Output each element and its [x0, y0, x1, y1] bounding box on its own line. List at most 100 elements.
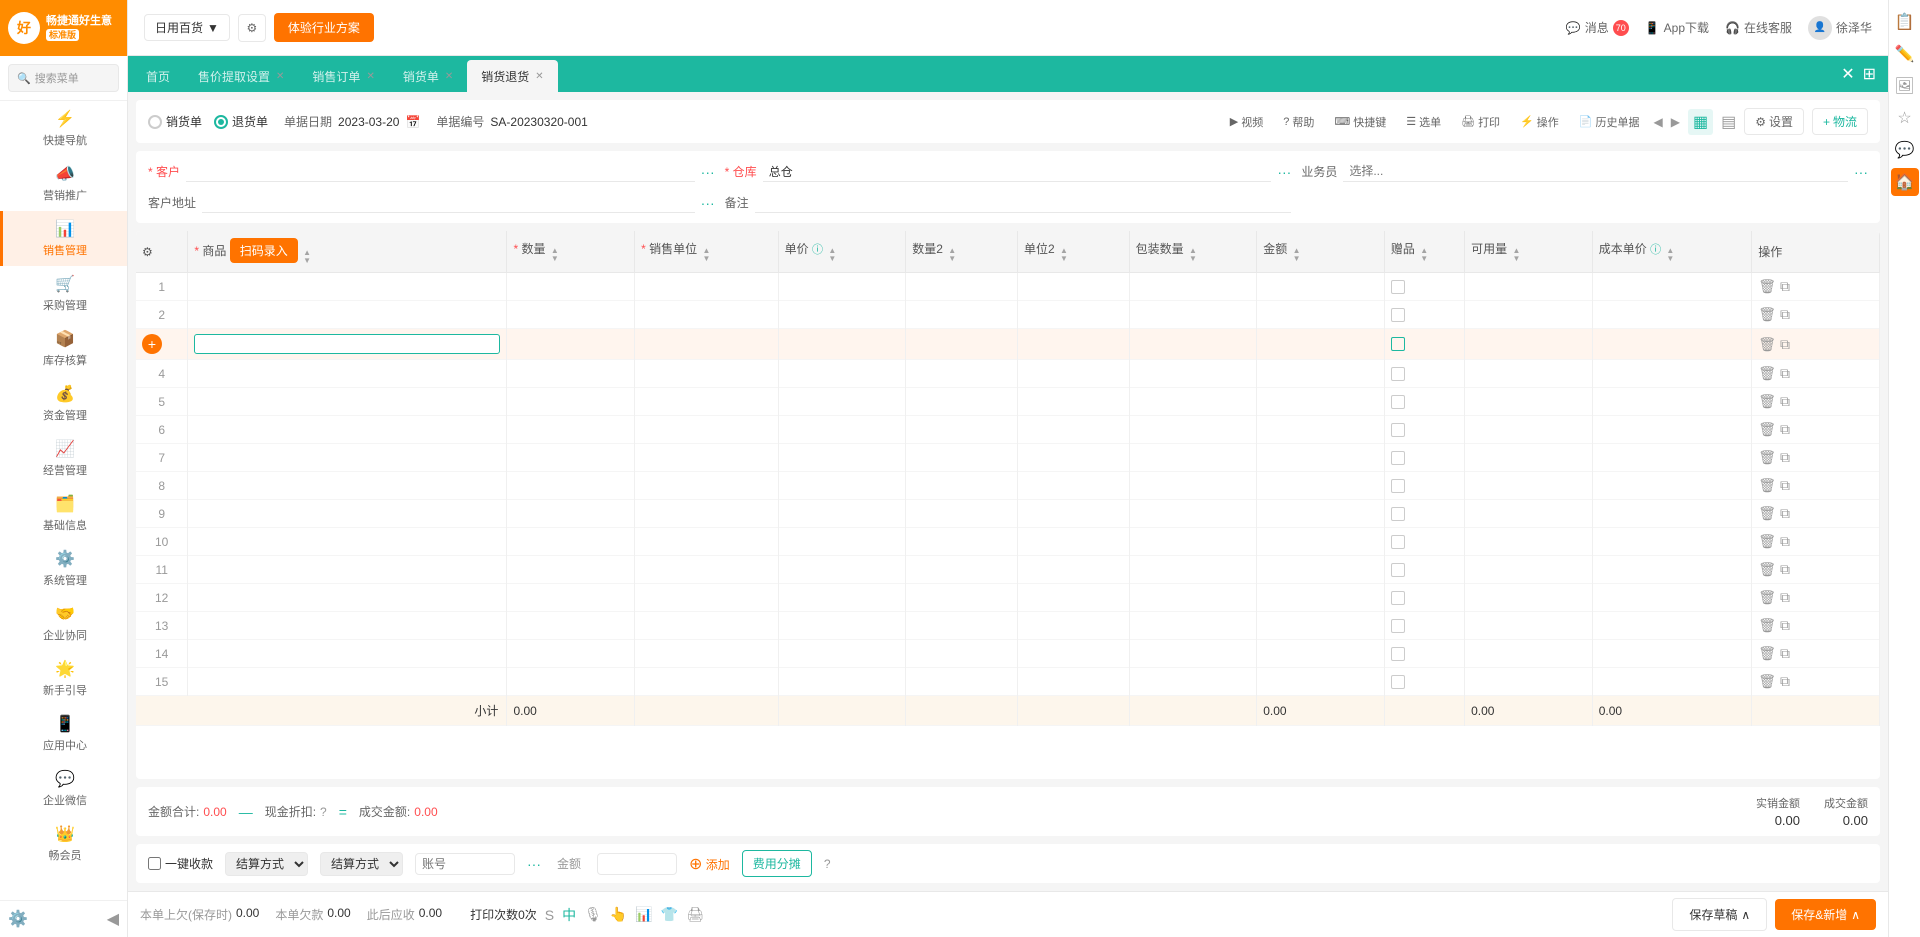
table-settings-icon[interactable]: ⚙ — [142, 245, 153, 259]
row-3-copy-icon[interactable]: ⧉ — [1780, 336, 1790, 353]
gift-checkbox-14[interactable] — [1391, 647, 1405, 661]
row-2-copy-icon[interactable]: ⧉ — [1780, 306, 1790, 323]
gift-checkbox-3[interactable] — [1391, 337, 1405, 351]
row-7-delete-icon[interactable]: 🗑 — [1758, 449, 1776, 466]
row-4-delete-icon[interactable]: 🗑 — [1758, 365, 1776, 382]
sidebar-item-sales[interactable]: 📊 销售管理 — [0, 211, 127, 266]
right-icon-active[interactable]: 🏠 — [1891, 168, 1919, 196]
help-btn[interactable]: ? 帮助 — [1277, 112, 1320, 132]
remark-input[interactable] — [755, 192, 1292, 213]
gift-checkbox-12[interactable] — [1391, 591, 1405, 605]
toolbar-icon-7[interactable]: 🖨 — [686, 906, 704, 923]
save-new-button[interactable]: 保存&新增 ∧ — [1775, 899, 1876, 930]
history-btn[interactable]: 📄 历史单据 — [1573, 112, 1646, 132]
gift-checkbox-4[interactable] — [1391, 367, 1405, 381]
print-btn[interactable]: 🖨 打印 — [1455, 112, 1506, 132]
sidebar-item-shortcut[interactable]: ⚡ 快捷导航 — [0, 101, 127, 156]
tab-sales-bill[interactable]: 销货单 ✕ — [389, 60, 467, 92]
payment-amount-input[interactable] — [597, 853, 677, 875]
row-3-product-input[interactable] — [194, 334, 500, 354]
toolbar-icon-1[interactable]: S — [545, 907, 554, 923]
one-click-pay-checkbox[interactable]: 一键收款 — [148, 855, 213, 872]
sidebar-item-basics[interactable]: 🗂️ 基础信息 — [0, 486, 127, 541]
gift-checkbox-6[interactable] — [1391, 423, 1405, 437]
online-service-btn[interactable]: 🎧 在线客服 — [1725, 19, 1792, 36]
sort-unit2[interactable]: ▲▼ — [1060, 247, 1068, 263]
row-13-delete-icon[interactable]: 🗑 — [1758, 617, 1776, 634]
tab-close-price[interactable]: ✕ — [276, 71, 284, 82]
row-7-copy-icon[interactable]: ⧉ — [1780, 449, 1790, 466]
settlement-calc-select[interactable]: 结算方式 — [320, 852, 403, 876]
calendar-icon[interactable]: 📅 — [405, 115, 420, 129]
salesperson-input[interactable] — [1343, 161, 1848, 182]
app-download-btn[interactable]: 📱 App下载 — [1645, 19, 1709, 36]
customer-picker[interactable]: ··· — [701, 164, 715, 180]
tab-layout-icon[interactable]: ⊞ — [1863, 64, 1876, 84]
sidebar-item-app[interactable]: 📱 应用中心 — [0, 706, 127, 761]
sort-amount[interactable]: ▲▼ — [1293, 247, 1301, 263]
one-click-pay-input[interactable] — [148, 857, 161, 870]
right-icon-star[interactable]: ☆ — [1891, 104, 1919, 132]
tab-home[interactable]: 首页 — [132, 60, 184, 92]
sidebar-item-enterprise[interactable]: 🤝 企业协同 — [0, 596, 127, 651]
salesperson-picker[interactable]: ··· — [1854, 164, 1868, 180]
row-15-copy-icon[interactable]: ⧉ — [1780, 673, 1790, 690]
unit-price-info-icon[interactable]: ⓘ — [812, 244, 823, 256]
sidebar-item-system[interactable]: ⚙️ 系统管理 — [0, 541, 127, 596]
sidebar-item-member[interactable]: 👑 畅会员 — [0, 816, 127, 871]
sort-quantity[interactable]: ▲▼ — [551, 247, 559, 263]
toolbar-icon-5[interactable]: 📊 — [635, 906, 652, 923]
collapse-icon[interactable]: ◀ — [107, 909, 119, 929]
radio-return-bill[interactable]: 退货单 — [214, 113, 268, 130]
gift-checkbox-1[interactable] — [1391, 280, 1405, 294]
warehouse-picker[interactable]: ··· — [1277, 164, 1291, 180]
settings-icon[interactable]: ⚙️ — [8, 909, 28, 929]
gift-checkbox-2[interactable] — [1391, 308, 1405, 322]
grid-list-icon2[interactable]: ▤ — [1721, 112, 1736, 132]
gift-checkbox-15[interactable] — [1391, 675, 1405, 689]
sidebar-item-marketing[interactable]: 📣 营销推广 — [0, 156, 127, 211]
address-picker[interactable]: ··· — [701, 195, 715, 211]
ship-button[interactable]: + 物流 — [1812, 108, 1868, 135]
row-8-delete-icon[interactable]: 🗑 — [1758, 477, 1776, 494]
next-icon[interactable]: ▶ — [1671, 115, 1680, 129]
row-14-delete-icon[interactable]: 🗑 — [1758, 645, 1776, 662]
operate-btn[interactable]: ⚡ 操作 — [1514, 112, 1565, 132]
right-icon-doc[interactable]: 📋 — [1891, 8, 1919, 36]
tab-close-sales-order[interactable]: ✕ — [366, 71, 374, 82]
sidebar-item-operations[interactable]: 📈 经营管理 — [0, 431, 127, 486]
row-15-delete-icon[interactable]: 🗑 — [1758, 673, 1776, 690]
toolbar-icon-2[interactable]: 中 — [562, 905, 576, 925]
gift-checkbox-10[interactable] — [1391, 535, 1405, 549]
cost-price-info-icon[interactable]: ⓘ — [1650, 244, 1661, 256]
sidebar-item-wechat[interactable]: 💬 企业微信 — [0, 761, 127, 816]
sidebar-item-finance[interactable]: 💰 资金管理 — [0, 376, 127, 431]
row-add-btn-3[interactable]: + — [142, 334, 162, 354]
tab-close-all-icon[interactable]: ✕ — [1841, 64, 1854, 84]
row-9-delete-icon[interactable]: 🗑 — [1758, 505, 1776, 522]
row-1-delete-icon[interactable]: 🗑 — [1758, 278, 1776, 295]
tab-sales-return[interactable]: 销货退货 ✕ — [467, 60, 557, 92]
row-12-copy-icon[interactable]: ⧉ — [1780, 589, 1790, 606]
sort-available[interactable]: ▲▼ — [1512, 247, 1520, 263]
right-icon-image[interactable]: 🖼 — [1891, 72, 1919, 100]
add-payment-btn[interactable]: ⊕ 添加 — [689, 854, 730, 874]
sort-gift[interactable]: ▲▼ — [1420, 247, 1428, 263]
row-4-copy-icon[interactable]: ⧉ — [1780, 365, 1790, 382]
row-2-delete-icon[interactable]: 🗑 — [1758, 306, 1776, 323]
select-btn[interactable]: ☰ 选单 — [1400, 112, 1447, 132]
customer-address-input[interactable] — [202, 192, 695, 213]
tab-price-settings[interactable]: 售价提取设置 ✕ — [184, 60, 298, 92]
row-12-delete-icon[interactable]: 🗑 — [1758, 589, 1776, 606]
row-11-delete-icon[interactable]: 🗑 — [1758, 561, 1776, 578]
customer-input[interactable] — [186, 161, 695, 182]
scan-input-btn[interactable]: 扫码录入 — [230, 238, 298, 263]
save-draft-button[interactable]: 保存草稿 ∧ — [1672, 898, 1767, 931]
right-icon-edit[interactable]: ✏️ — [1891, 40, 1919, 68]
gift-checkbox-9[interactable] — [1391, 507, 1405, 521]
gift-checkbox-8[interactable] — [1391, 479, 1405, 493]
sidebar-item-purchase[interactable]: 🛒 采购管理 — [0, 266, 127, 321]
gift-checkbox-7[interactable] — [1391, 451, 1405, 465]
row-6-delete-icon[interactable]: 🗑 — [1758, 421, 1776, 438]
sidebar-item-guide[interactable]: 🌟 新手引导 — [0, 651, 127, 706]
